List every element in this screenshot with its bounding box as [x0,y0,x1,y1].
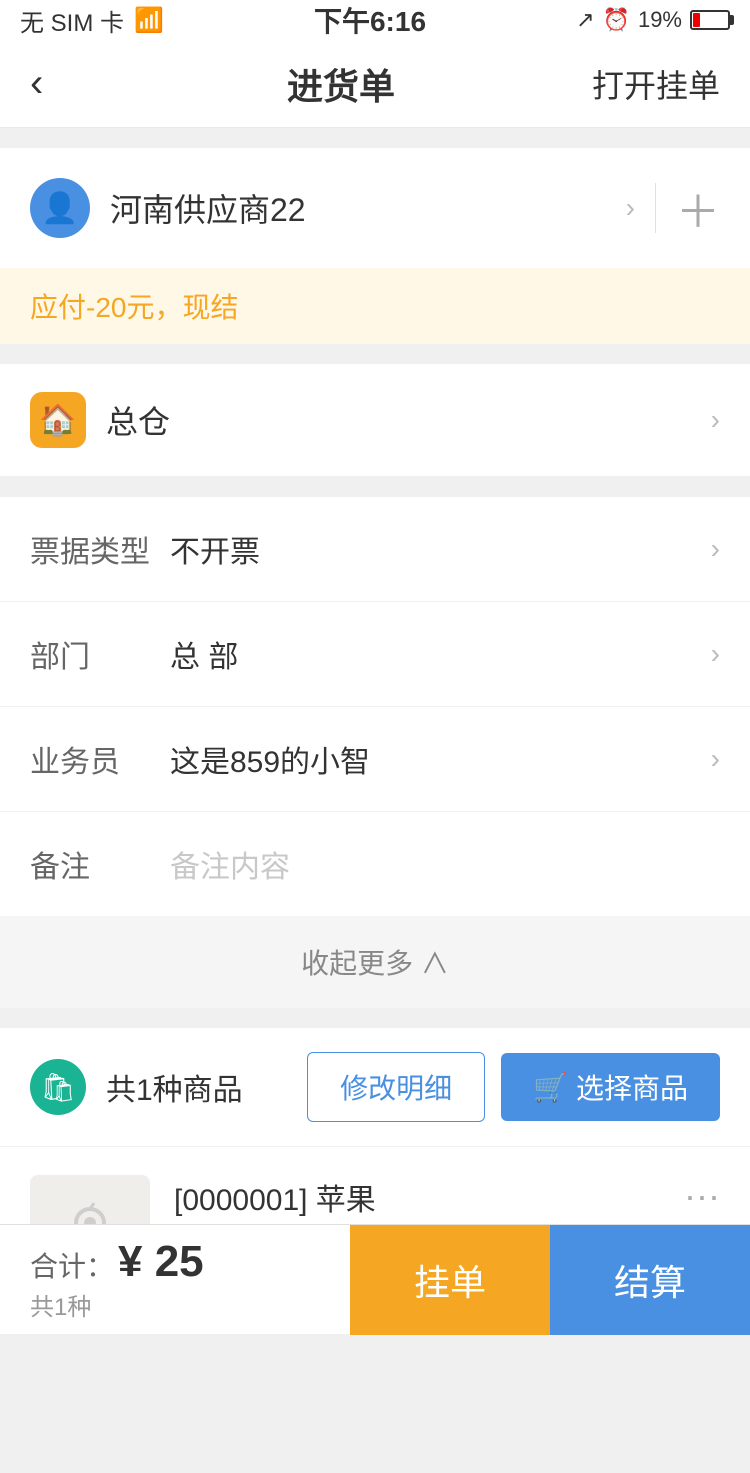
gap-1 [0,128,750,148]
product-count: 共1种商品 [106,1065,307,1109]
battery-icon [690,10,730,30]
total-label: 合计： [30,1245,114,1285]
status-left: 无 SIM 卡 📶 [20,3,164,38]
remark-label: 备注 [30,842,170,886]
checkout-button[interactable]: 结算 [550,1225,750,1335]
carrier-text: 无 SIM 卡 [20,3,124,38]
remark-input[interactable]: 备注内容 [170,842,720,886]
dept-row[interactable]: 部门 总 部 › [0,601,750,706]
nav-bar: ‹ 进货单 打开挂单 [0,40,750,128]
status-right: ↗ ⏰ 19% [576,7,730,33]
pending-button[interactable]: 挂单 [350,1225,550,1335]
dept-chevron-icon: › [711,638,720,670]
product-icon: 🛍 [30,1059,86,1115]
supplier-chevron-icon[interactable]: › [626,192,635,224]
back-button[interactable]: ‹ [30,61,90,106]
location-icon: ↗ [576,7,594,33]
remark-row[interactable]: 备注 备注内容 [0,811,750,916]
total-section: 合计： ¥ 25 共1种 [0,1237,350,1322]
product-header: 🛍 共1种商品 修改明细 🛒 选择商品 [0,1028,750,1146]
page-title: 进货单 [287,58,395,110]
supplier-section: 👤 河南供应商22 › ＋ 应付-20元，现结 [0,148,750,344]
dept-value: 总 部 [170,632,711,676]
status-bar: 无 SIM 卡 📶 下午6:16 ↗ ⏰ 19% [0,0,750,40]
bottom-bar: 合计： ¥ 25 共1种 挂单 结算 [0,1224,750,1334]
invoice-label: 票据类型 [30,527,170,571]
form-section: 票据类型 不开票 › 部门 总 部 › 业务员 这是859的小智 › 备注 备注… [0,496,750,916]
warehouse-section: 🏠 总仓 › [0,364,750,476]
gap-4 [0,1008,750,1028]
sales-value: 这是859的小智 [170,737,711,781]
supplier-name: 河南供应商22 [110,185,626,231]
invoice-value: 不开票 [170,527,711,571]
warehouse-chevron-icon: › [711,404,720,436]
total-amount: ¥ 25 [118,1237,204,1287]
warehouse-name: 总仓 [106,397,711,443]
select-product-button[interactable]: 🛒 选择商品 [501,1053,720,1121]
open-pending-button[interactable]: 打开挂单 [592,61,720,107]
product-name: [0000001] 苹果 [174,1175,664,1219]
product-more-button[interactable]: ··· [664,1175,720,1217]
dept-label: 部门 [30,632,170,676]
vertical-divider [655,183,656,233]
add-supplier-button[interactable]: ＋ [676,176,720,240]
collapse-button[interactable]: 收起更多 ∧ [0,916,750,1008]
cart-icon: 🛒 [533,1071,568,1104]
sales-label: 业务员 [30,737,170,781]
avatar-icon: 👤 [41,191,78,226]
total-count: 共1种 [30,1287,320,1322]
battery-text: 19% [638,7,682,33]
gap-2 [0,344,750,364]
gap-3 [0,476,750,496]
supplier-row: 👤 河南供应商22 › ＋ [0,148,750,268]
invoice-row[interactable]: 票据类型 不开票 › [0,496,750,601]
bag-icon: 🛍 [40,1071,76,1104]
edit-detail-button[interactable]: 修改明细 [307,1052,485,1122]
warehouse-icon: 🏠 [30,392,86,448]
sales-row[interactable]: 业务员 这是859的小智 › [0,706,750,811]
alarm-icon: ⏰ [603,7,630,33]
warehouse-icon-symbol: 🏠 [39,403,76,438]
sales-chevron-icon: › [711,743,720,775]
invoice-chevron-icon: › [711,533,720,565]
status-time: 下午6:16 [314,0,426,40]
warehouse-row[interactable]: 🏠 总仓 › [0,364,750,476]
payment-hint: 应付-20元，现结 [0,268,750,344]
wifi-icon: 📶 [134,6,164,35]
select-product-label: 选择商品 [576,1067,688,1107]
supplier-avatar: 👤 [30,178,90,238]
